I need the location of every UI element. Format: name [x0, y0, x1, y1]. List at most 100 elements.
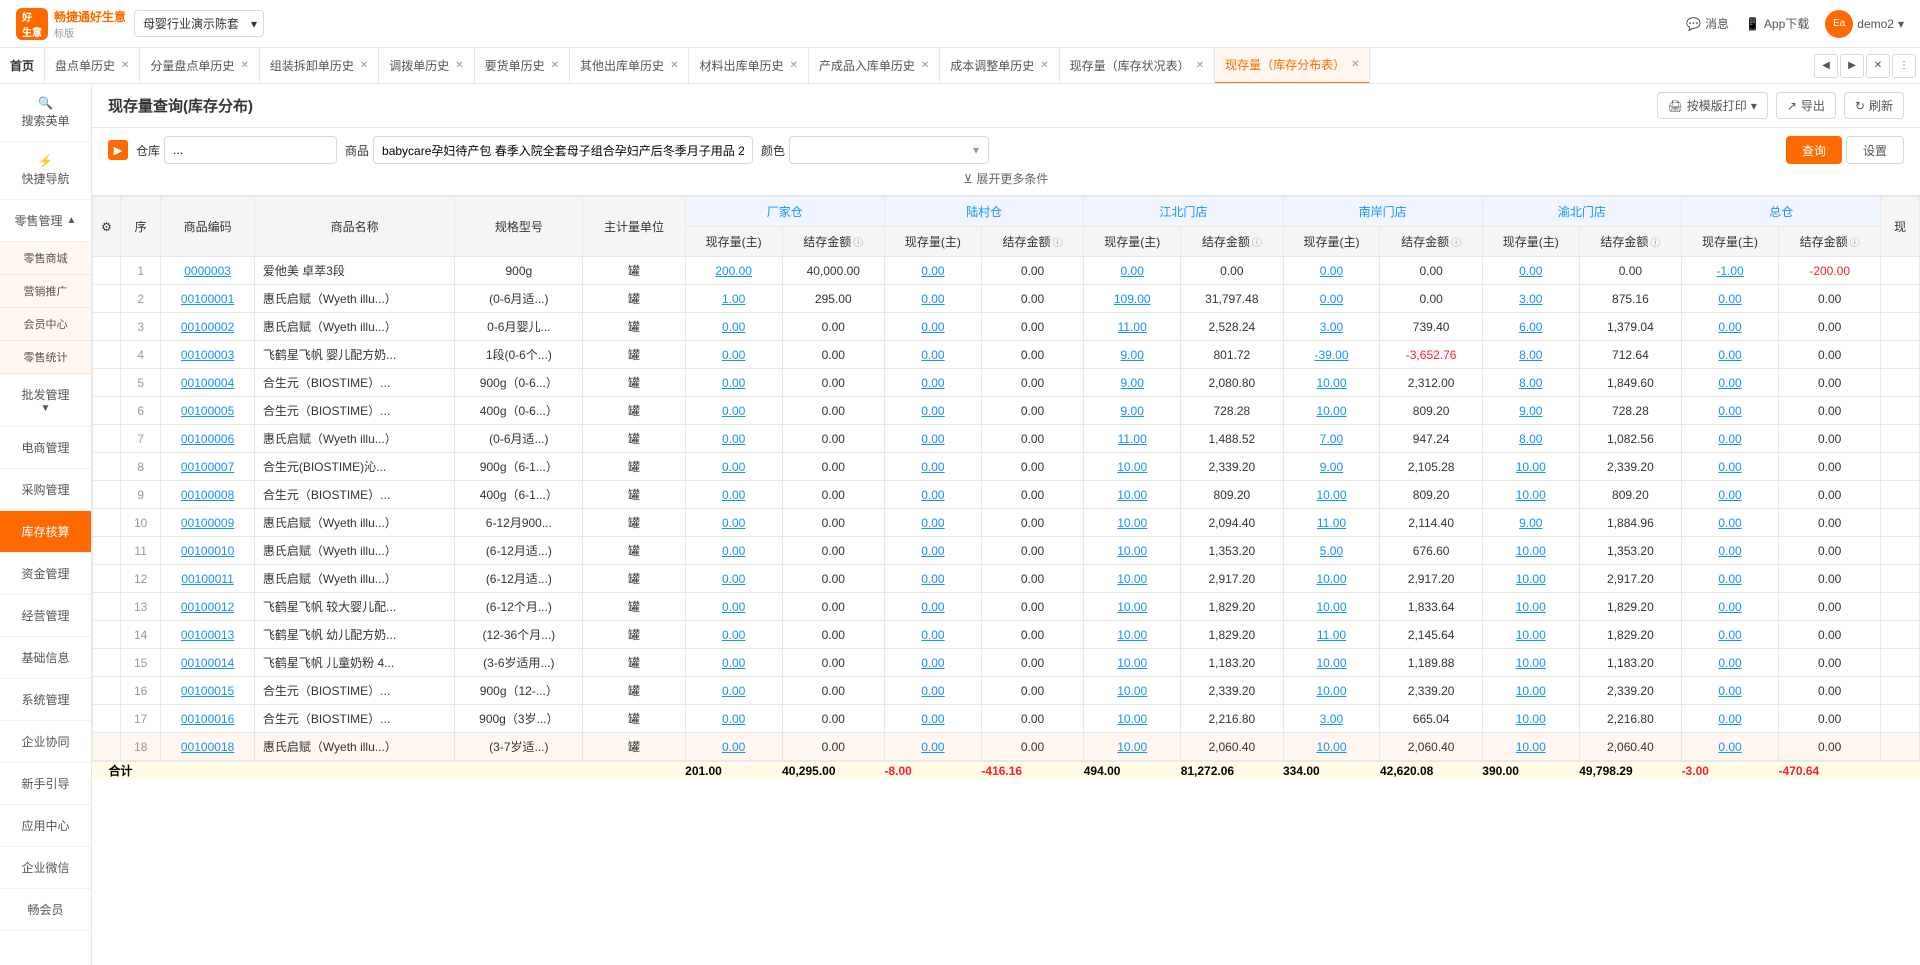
- sidebar-item-system[interactable]: 系统管理: [0, 679, 91, 721]
- table-cell: 3.00: [1283, 313, 1380, 341]
- tab-stock-dist[interactable]: 现存量（库存分布表）✕: [1215, 48, 1370, 84]
- close-icon[interactable]: ✕: [670, 60, 678, 71]
- message-btn[interactable]: 💬 消息: [1686, 15, 1729, 32]
- topbar: 好生意 畅捷通好生意 标版 母婴行业演示陈套 ▾ 💬 消息 📱 App下载 Ea…: [0, 0, 1920, 48]
- search-button[interactable]: 查询: [1786, 136, 1842, 164]
- sidebar-item-ecommerce[interactable]: 电商管理: [0, 427, 91, 469]
- table-cell: 罐: [583, 341, 685, 369]
- refresh-btn[interactable]: ↻ 刷新: [1844, 92, 1904, 119]
- sidebar-item-wechat[interactable]: 企业微信: [0, 847, 91, 889]
- sidebar-item-basic[interactable]: 基础信息: [0, 637, 91, 679]
- table-wrapper: ⚙ 序 商品编码 商品名称 规格型号 主计量单位 厂家仓 陆村仓 江北门店 南岸…: [92, 196, 1920, 965]
- sidebar-item-search[interactable]: 🔍 搜索英单: [0, 84, 91, 142]
- sidebar-item-retail-store[interactable]: 零售商城: [0, 242, 91, 275]
- tab-prev-btn[interactable]: ◀: [1814, 54, 1838, 78]
- close-icon[interactable]: ✕: [455, 60, 463, 71]
- table-cell: 1,353.20: [1579, 537, 1681, 565]
- user-menu[interactable]: Ea demo2 ▾: [1825, 10, 1904, 38]
- color-input[interactable]: [789, 136, 989, 164]
- goods-input[interactable]: [373, 136, 753, 164]
- download-icon: 📱: [1745, 17, 1760, 31]
- table-cell: 罐: [583, 565, 685, 593]
- tab-transfer[interactable]: 调拨单历史 ✕: [379, 48, 474, 84]
- tab-menu-btn[interactable]: ⋮: [1892, 54, 1916, 78]
- table-cell: 0.00: [782, 397, 884, 425]
- col-settings[interactable]: ⚙: [93, 197, 121, 257]
- sidebar-item-appcenter[interactable]: 应用中心: [0, 805, 91, 847]
- table-cell: 6.00: [1482, 313, 1579, 341]
- print-btn[interactable]: 🖨 按模版打印 ▾: [1657, 92, 1768, 119]
- close-icon[interactable]: ✕: [360, 60, 368, 71]
- tab-combo[interactable]: 组装拆卸单历史 ✕: [260, 48, 379, 84]
- sidebar-item-wholesale[interactable]: 批发管理 ▼: [0, 374, 91, 427]
- table-cell: 2,105.28: [1380, 453, 1482, 481]
- sidebar-item-member[interactable]: 会员中心: [0, 308, 91, 341]
- setting-button[interactable]: 设置: [1846, 136, 1904, 164]
- close-icon[interactable]: ✕: [789, 60, 797, 71]
- sidebar-item-retail-stats[interactable]: 零售统计: [0, 341, 91, 374]
- close-icon[interactable]: ✕: [1351, 59, 1359, 70]
- sidebar-item-inventory[interactable]: 库存核算: [0, 511, 91, 553]
- tab-purchase-order[interactable]: 要货单历史 ✕: [475, 48, 570, 84]
- table-cell: 2,094.40: [1181, 509, 1283, 537]
- tab-controls: ◀ ▶ ✕ ⋮: [1814, 54, 1920, 78]
- table-cell: 3: [121, 313, 161, 341]
- warehouse-filter: 仓库: [136, 136, 337, 164]
- expand-conditions-btn[interactable]: ⊻ 展开更多条件: [964, 170, 1049, 187]
- tab-material-out[interactable]: 材料出库单历史 ✕: [689, 48, 808, 84]
- table-cell: 6-12月900...: [455, 509, 583, 537]
- table-cell: 惠氏启赋（Wyeth illu...）: [254, 733, 454, 762]
- sidebar-item-marketing[interactable]: 营销推广: [0, 275, 91, 308]
- sidebar-item-finance[interactable]: 资金管理: [0, 553, 91, 595]
- table-cell: 0.00: [1682, 425, 1779, 453]
- table-cell: 惠氏启赋（Wyeth illu...）: [254, 285, 454, 313]
- tab-other-out[interactable]: 其他出库单历史 ✕: [570, 48, 689, 84]
- table-cell: 2,917.20: [1579, 565, 1681, 593]
- sidebar-item-member2[interactable]: 畅会员: [0, 889, 91, 931]
- tab-sub-inventory[interactable]: 分量盘点单历史 ✕: [140, 48, 259, 84]
- tab-inventory-count[interactable]: 盘点单历史 ✕: [45, 48, 140, 84]
- table-cell: 0.00: [1682, 733, 1779, 762]
- close-icon[interactable]: ✕: [1196, 60, 1204, 71]
- table-cell: 0.00: [884, 593, 981, 621]
- tab-close-btn[interactable]: ✕: [1866, 54, 1890, 78]
- close-icon[interactable]: ✕: [121, 60, 129, 71]
- org-selector[interactable]: 母婴行业演示陈套 ▾: [134, 10, 264, 37]
- sidebar-item-enterprise[interactable]: 企业协同: [0, 721, 91, 763]
- table-cell: 9.00: [1283, 453, 1380, 481]
- table-cell: 10.00: [1084, 649, 1181, 677]
- sidebar-item-guide[interactable]: 新手引导: [0, 763, 91, 805]
- table-cell: 18: [121, 733, 161, 762]
- close-icon[interactable]: ✕: [1040, 60, 1048, 71]
- tab-home[interactable]: 首页: [0, 48, 45, 84]
- close-icon[interactable]: ✕: [921, 60, 929, 71]
- table-cell: 10.00: [1283, 649, 1380, 677]
- collapse-filter-btn[interactable]: ▶: [108, 140, 128, 160]
- table-cell: [93, 677, 121, 705]
- tab-next-btn[interactable]: ▶: [1840, 54, 1864, 78]
- close-icon[interactable]: ✕: [240, 60, 248, 71]
- table-cell: 5: [121, 369, 161, 397]
- table-cell: [93, 649, 121, 677]
- table-cell: 0.00: [685, 677, 782, 705]
- sidebar-item-shortcut[interactable]: ⚡ 快捷导航: [0, 142, 91, 200]
- tab-finished-in[interactable]: 产成品入库单历史 ✕: [809, 48, 940, 84]
- table-cell: 10.00: [1084, 481, 1181, 509]
- table-cell: 0.00: [1779, 481, 1881, 509]
- table-cell: 罐: [583, 257, 685, 285]
- footer-total-amt: -470.64: [1779, 761, 1881, 779]
- warehouse-input[interactable]: [164, 136, 337, 164]
- export-btn[interactable]: ↗ 导出: [1776, 92, 1836, 119]
- app-download-btn[interactable]: 📱 App下载: [1745, 15, 1809, 32]
- tab-cost-adjust[interactable]: 成本调整单历史 ✕: [940, 48, 1059, 84]
- sidebar-item-retail-mgmt[interactable]: 零售管理 ▲: [0, 200, 91, 242]
- footer-fj-qty: 201.00: [685, 761, 782, 779]
- table-cell: 0.00: [1779, 313, 1881, 341]
- tab-stock-status[interactable]: 现存量（库存状况表）✕: [1060, 48, 1215, 84]
- close-icon[interactable]: ✕: [551, 60, 559, 71]
- col-group-lc: 陆村仓: [884, 197, 1083, 227]
- table-cell: 0.00: [685, 369, 782, 397]
- table-cell: 10.00: [1482, 649, 1579, 677]
- sidebar-item-operations[interactable]: 经营管理: [0, 595, 91, 637]
- sidebar-item-purchase[interactable]: 采购管理: [0, 469, 91, 511]
